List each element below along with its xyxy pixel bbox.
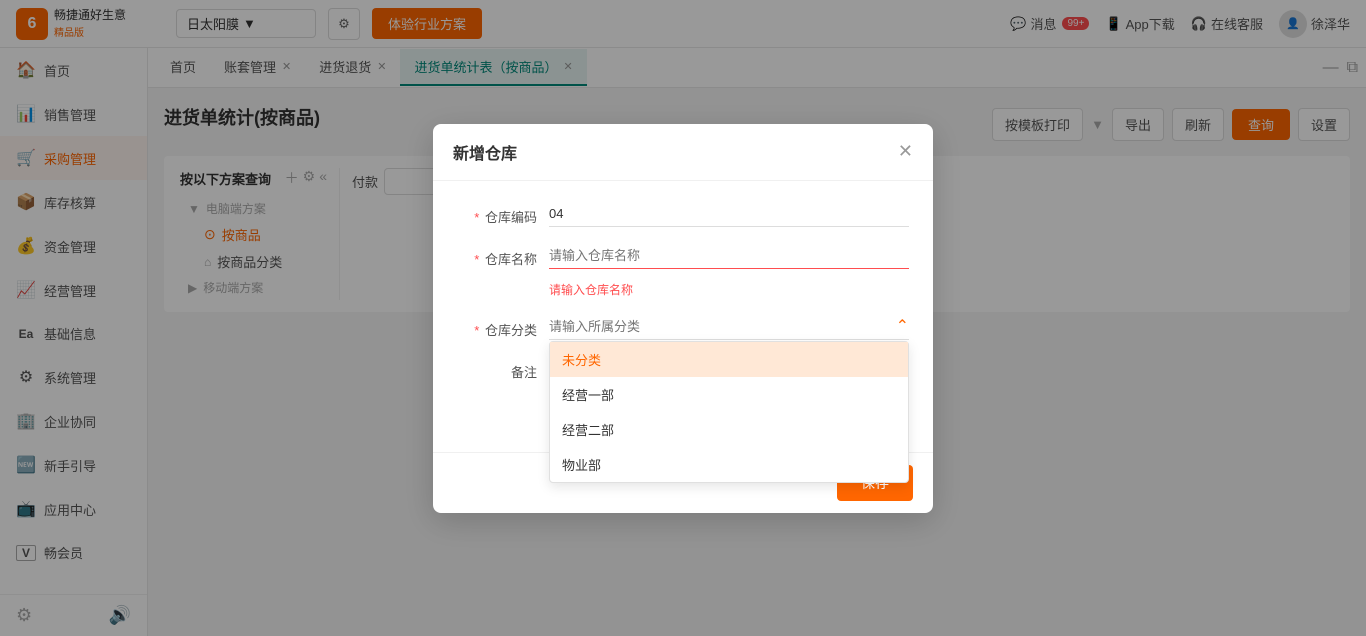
modal-header: 新增仓库 ✕: [433, 124, 933, 181]
name-input[interactable]: [549, 243, 909, 269]
dropdown-item-none[interactable]: 未分类: [550, 342, 908, 377]
required-star: *: [474, 252, 479, 267]
close-icon[interactable]: ✕: [898, 141, 913, 162]
category-input[interactable]: [549, 314, 896, 339]
category-row: * 仓库分类 ⌃ 未分类 经营一部 经营二部: [457, 314, 909, 340]
dropdown-item-dept1[interactable]: 经营一部: [550, 377, 908, 412]
required-star: *: [474, 323, 479, 338]
code-label: * 仓库编码: [457, 201, 537, 226]
category-select-wrap: ⌃ 未分类 经营一部 经营二部 物业部: [549, 314, 909, 340]
dropdown-item-dept2[interactable]: 经营二部: [550, 412, 908, 447]
code-input[interactable]: [549, 201, 909, 227]
notes-label: 备注: [457, 356, 537, 381]
modal: 新增仓库 ✕ * 仓库编码 * 仓库名称: [433, 124, 933, 513]
chevron-up-icon[interactable]: ⌃: [896, 316, 909, 336]
name-field-wrap: [549, 243, 909, 269]
required-star: *: [474, 210, 479, 225]
name-label: * 仓库名称: [457, 243, 537, 268]
name-row: * 仓库名称 请输入仓库名称: [457, 243, 909, 298]
modal-body: * 仓库编码 * 仓库名称 请输入仓库名称: [433, 181, 933, 452]
name-error-msg: 请输入仓库名称: [549, 283, 633, 297]
code-row: * 仓库编码: [457, 201, 909, 227]
dropdown-item-property[interactable]: 物业部: [550, 447, 908, 482]
modal-title: 新增仓库: [453, 140, 517, 164]
category-dropdown: 未分类 经营一部 经营二部 物业部: [549, 341, 909, 483]
category-label: * 仓库分类: [457, 314, 537, 339]
modal-overlay: 新增仓库 ✕ * 仓库编码 * 仓库名称: [0, 0, 1366, 636]
